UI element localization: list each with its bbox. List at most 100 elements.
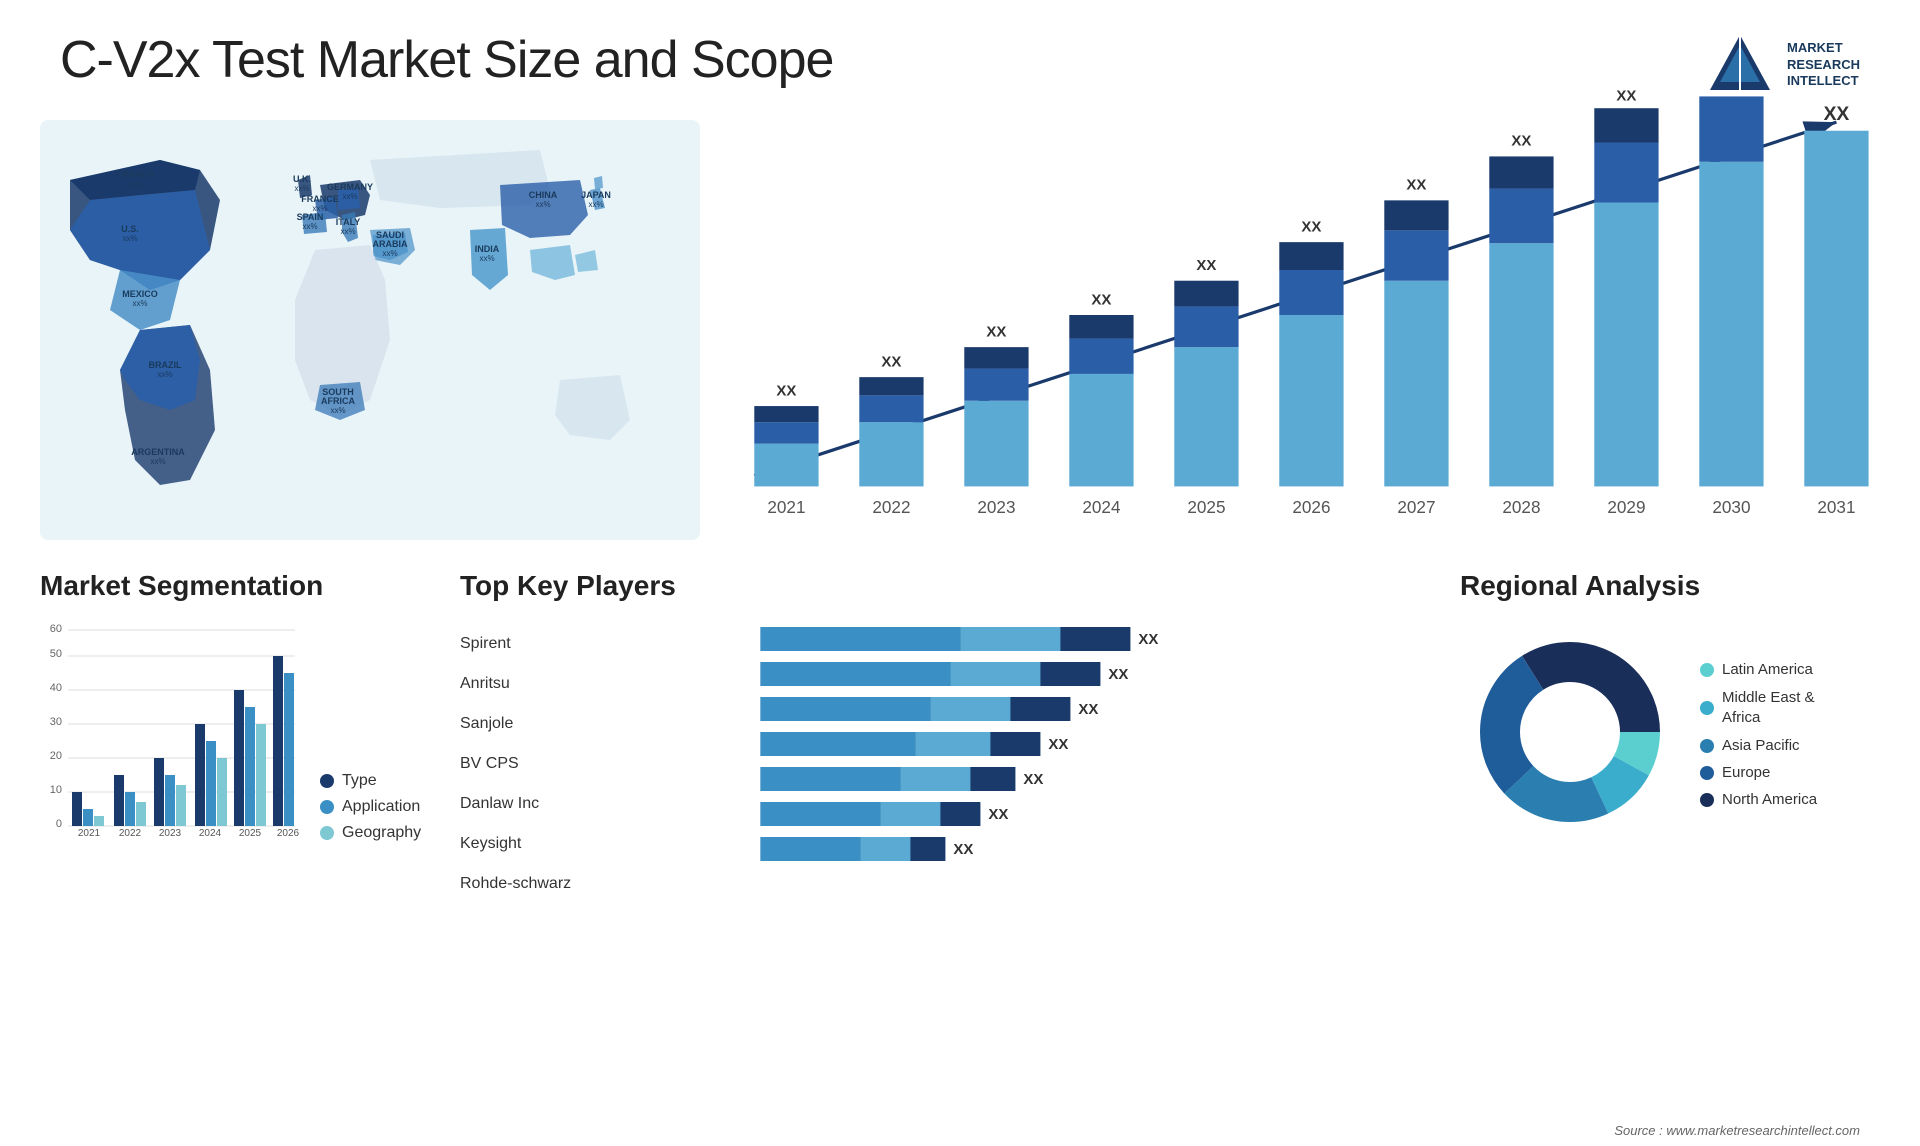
svg-text:INDIA: INDIA — [475, 244, 500, 254]
svg-text:XX: XX — [989, 806, 1009, 823]
logo-text: MARKET RESEARCH INTELLECT — [1787, 40, 1860, 91]
svg-text:2030: 2030 — [1712, 497, 1750, 517]
svg-text:0: 0 — [56, 818, 62, 830]
key-players-section: Top Key Players Spirent Anritsu Sanjole … — [460, 570, 1420, 1116]
donut-chart — [1460, 622, 1680, 847]
svg-text:ARGENTINA: ARGENTINA — [131, 447, 185, 457]
segmentation-chart: 0 10 20 30 40 50 60 — [40, 622, 300, 842]
world-map-svg: CANADA xx% U.S. xx% MEXICO xx% BRAZIL xx… — [40, 120, 700, 540]
svg-text:AFRICA: AFRICA — [321, 396, 355, 406]
svg-text:2024: 2024 — [1082, 497, 1121, 517]
svg-text:xx%: xx% — [382, 249, 397, 258]
svg-text:xx%: xx% — [294, 184, 309, 193]
bottom-row: Market Segmentation 0 10 20 30 40 50 60 — [40, 570, 1880, 1116]
legend-dot-type — [320, 774, 334, 788]
svg-text:50: 50 — [50, 648, 62, 660]
player-keysight: Keysight — [460, 830, 571, 858]
player-bars-container: XX XX XX XX — [601, 622, 1420, 898]
player-rohde: Rohde-schwarz — [460, 870, 571, 898]
regional-legend-north-america: North America — [1700, 791, 1852, 808]
svg-text:30: 30 — [50, 716, 62, 728]
svg-text:2026: 2026 — [277, 828, 300, 839]
svg-text:60: 60 — [50, 623, 62, 635]
svg-text:2021: 2021 — [78, 828, 101, 839]
svg-text:2024: 2024 — [199, 828, 222, 839]
growth-chart-section: XX XX XX XX XX XX XX XX — [700, 90, 1880, 540]
svg-text:xx%: xx% — [157, 370, 172, 379]
svg-text:MEXICO: MEXICO — [122, 289, 158, 299]
svg-text:BRAZIL: BRAZIL — [149, 360, 182, 370]
svg-text:CHINA: CHINA — [529, 190, 558, 200]
legend-dot-north-america — [1700, 793, 1714, 807]
legend-dot-application — [320, 800, 334, 814]
svg-text:XX: XX — [1406, 177, 1426, 194]
regional-section: Regional Analysis — [1460, 570, 1880, 1116]
regional-content: Latin America Middle East & Africa Asia … — [1460, 622, 1880, 847]
svg-text:xx%: xx% — [330, 406, 345, 415]
player-sanjole: Sanjole — [460, 710, 571, 738]
regional-legend-europe: Europe — [1700, 764, 1852, 781]
svg-text:2025: 2025 — [1187, 497, 1225, 517]
svg-text:xx%: xx% — [132, 299, 147, 308]
svg-text:2031: 2031 — [1817, 497, 1855, 517]
svg-text:2021: 2021 — [767, 497, 805, 517]
source-text: Source : www.marketresearchintellect.com — [1614, 1123, 1860, 1138]
svg-text:U.S.: U.S. — [121, 224, 139, 234]
svg-text:ARABIA: ARABIA — [373, 239, 408, 249]
player-danlaw: Danlaw Inc — [460, 790, 571, 818]
player-spirent: Spirent — [460, 630, 571, 658]
svg-text:XX: XX — [1091, 291, 1111, 308]
svg-text:XX: XX — [1139, 631, 1159, 648]
legend-item-application: Application — [320, 798, 421, 816]
svg-text:JAPAN: JAPAN — [581, 190, 611, 200]
player-anritsu: Anritsu — [460, 670, 571, 698]
key-players-title: Top Key Players — [460, 570, 1420, 602]
svg-text:xx%: xx% — [340, 227, 355, 236]
svg-text:2023: 2023 — [159, 828, 182, 839]
svg-text:ITALY: ITALY — [336, 217, 361, 227]
svg-text:XX: XX — [1049, 736, 1069, 753]
legend-item-geography: Geography — [320, 824, 421, 842]
svg-text:XX: XX — [1616, 90, 1636, 105]
player-names: Spirent Anritsu Sanjole BV CPS Danlaw In… — [460, 622, 571, 898]
regional-legend-apac: Asia Pacific — [1700, 737, 1852, 754]
player-bars-svg: XX XX XX XX — [601, 622, 1420, 872]
regional-title: Regional Analysis — [1460, 570, 1880, 602]
svg-text:XX: XX — [1721, 90, 1741, 94]
donut-svg — [1460, 622, 1680, 842]
svg-text:XX: XX — [1024, 771, 1044, 788]
regional-legend-mea: Middle East & Africa — [1700, 688, 1852, 727]
svg-text:GERMANY: GERMANY — [327, 182, 373, 192]
svg-text:2022: 2022 — [119, 828, 142, 839]
svg-text:xx%: xx% — [535, 200, 550, 209]
svg-text:XX: XX — [776, 382, 796, 399]
svg-text:XX: XX — [1824, 104, 1850, 125]
svg-text:FRANCE: FRANCE — [301, 194, 339, 204]
legend-item-type: Type — [320, 772, 421, 790]
legend-dot-apac — [1700, 739, 1714, 753]
svg-text:CANADA: CANADA — [116, 169, 155, 179]
legend-dot-latin — [1700, 663, 1714, 677]
svg-text:XX: XX — [1511, 133, 1531, 150]
svg-text:SPAIN: SPAIN — [297, 212, 324, 222]
svg-text:xx%: xx% — [127, 180, 142, 189]
svg-text:40: 40 — [50, 682, 62, 694]
svg-text:2026: 2026 — [1292, 497, 1330, 517]
players-list: Spirent Anritsu Sanjole BV CPS Danlaw In… — [460, 622, 1420, 898]
growth-chart-svg: XX XX XX XX XX XX XX XX — [700, 90, 1880, 540]
legend-dot-mea — [1700, 701, 1714, 715]
legend-dot-geography — [320, 826, 334, 840]
svg-text:2029: 2029 — [1607, 497, 1645, 517]
segmentation-title: Market Segmentation — [40, 570, 420, 602]
svg-text:XX: XX — [954, 841, 974, 858]
svg-text:xx%: xx% — [479, 254, 494, 263]
svg-text:20: 20 — [50, 750, 62, 762]
svg-text:2025: 2025 — [239, 828, 262, 839]
svg-text:XX: XX — [1196, 257, 1216, 274]
player-bvcps: BV CPS — [460, 750, 571, 778]
segmentation-legend: Type Application Geography — [320, 772, 421, 842]
svg-text:XX: XX — [1079, 701, 1099, 718]
svg-text:2023: 2023 — [977, 497, 1015, 517]
svg-text:xx%: xx% — [302, 222, 317, 231]
page-title: C-V2x Test Market Size and Scope — [60, 30, 833, 90]
